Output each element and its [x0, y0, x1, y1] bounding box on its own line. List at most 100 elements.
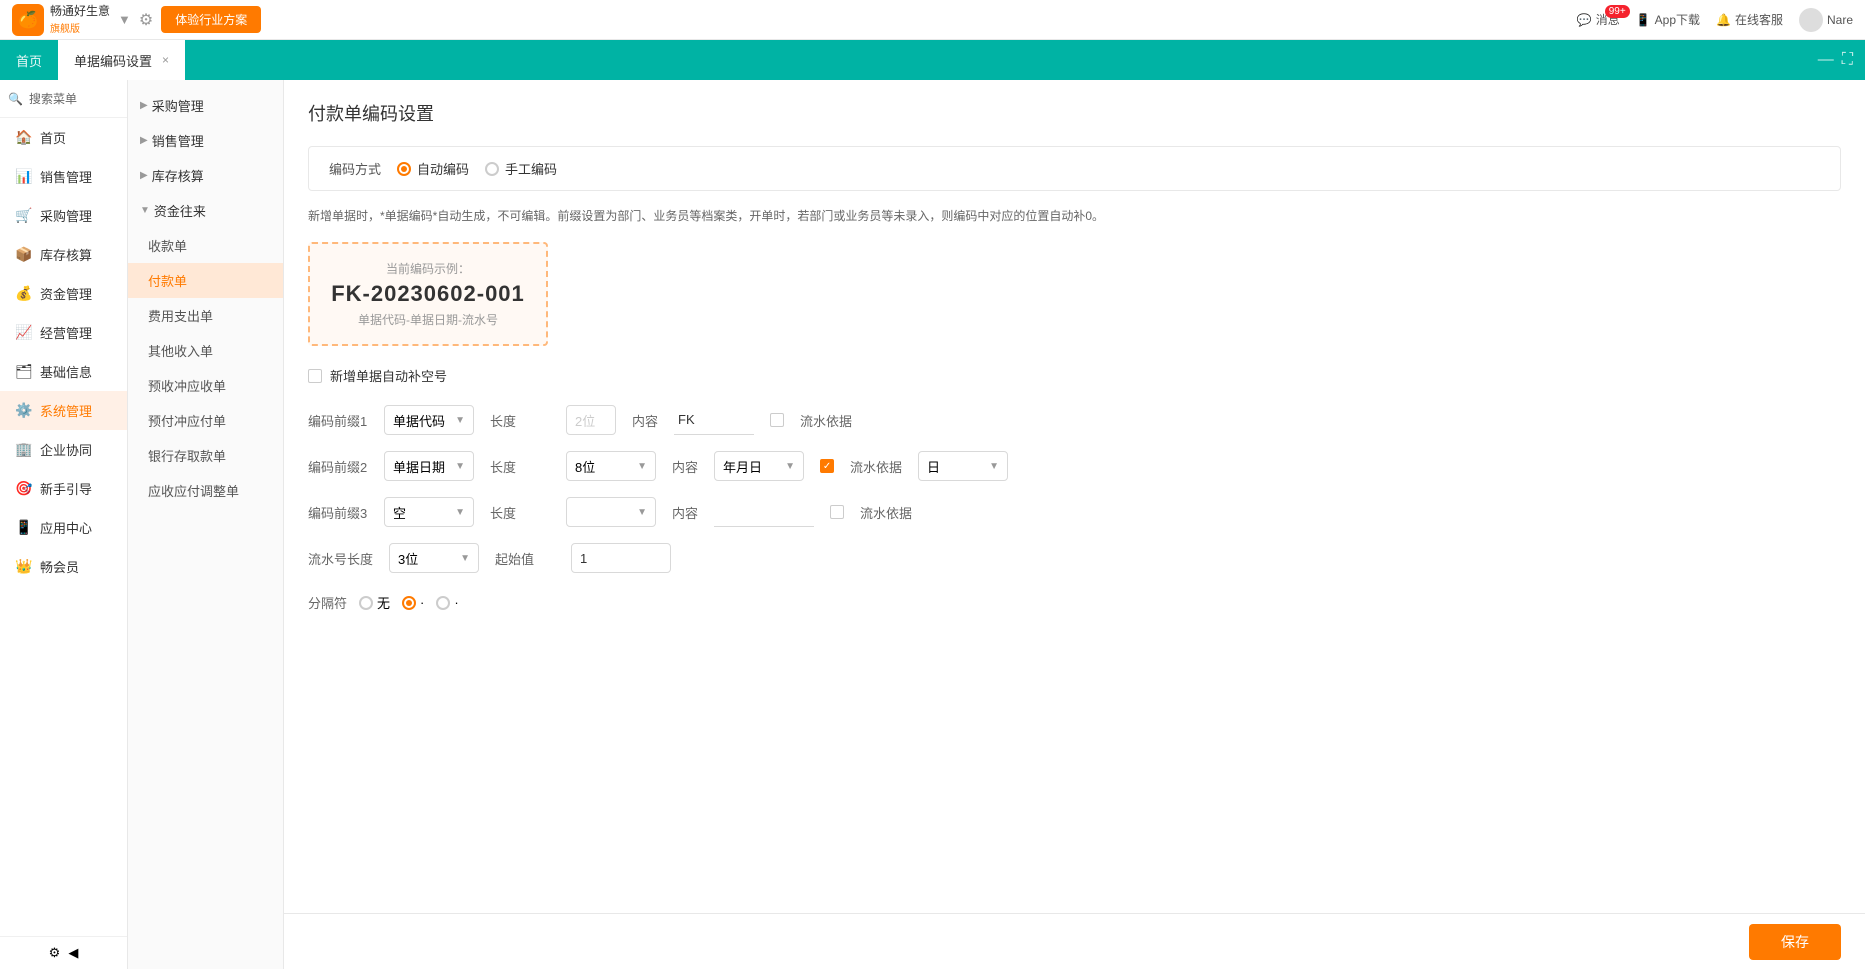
prefix1-select[interactable]: 单据代码 ▼	[384, 405, 474, 435]
message-button[interactable]: 💬 消息 99+	[1577, 11, 1620, 28]
length1-label: 长度	[490, 411, 550, 430]
stream2-checkbox[interactable]: ✓	[820, 459, 834, 473]
brand-name: 畅通好生意	[50, 4, 110, 20]
sidebar-label-home: 首页	[40, 128, 66, 147]
tab-home[interactable]: 首页	[0, 40, 58, 80]
sub-category-sales[interactable]: ▶ 销售管理	[128, 123, 283, 158]
sidebar-item-member[interactable]: 👑 畅会员	[0, 547, 127, 586]
user-profile[interactable]: Nare	[1799, 8, 1853, 32]
preview-box: 当前编码示例： FK-20230602-001 单据代码-单据日期-流水号	[308, 242, 548, 346]
capital-category-label: 资金往来	[154, 201, 206, 220]
sidebar-label-enterprise: 企业协同	[40, 440, 92, 459]
app-download-button[interactable]: 📱 App下载	[1636, 11, 1700, 28]
length3-select[interactable]: ▼	[566, 497, 656, 527]
prefix1-label: 编码前缀1	[308, 411, 368, 430]
service-icon: 🔔	[1716, 13, 1731, 27]
sep-dot-option[interactable]: ·	[402, 595, 424, 610]
sidebar-collapse-icon[interactable]: ◀	[68, 945, 78, 961]
separator-label: 分隔符	[308, 593, 347, 612]
nav-expand-icon[interactable]: ⛶	[1842, 51, 1853, 69]
sep-dot-radio[interactable]	[402, 596, 416, 610]
sales-category-label: 销售管理	[152, 131, 204, 150]
stream2-unit-select[interactable]: 日 ▼	[918, 451, 1008, 481]
nav-minimize-icon[interactable]: —	[1818, 51, 1834, 69]
encoding-tab-label: 单据编码设置	[74, 51, 152, 70]
auto-encode-radio[interactable]	[397, 162, 411, 176]
sidebar-item-basic[interactable]: 🗂 基础信息	[0, 352, 127, 391]
search-button[interactable]: 🔍 搜索菜单	[8, 90, 119, 107]
sidebar-item-purchase[interactable]: 🛒 采购管理	[0, 196, 127, 235]
sep-dash-option[interactable]: ·	[436, 595, 458, 610]
sidebar-item-system[interactable]: ⚙️ 系统管理	[0, 391, 127, 430]
finance-icon: 💰	[16, 286, 32, 302]
sub-item-payment[interactable]: 付款单	[128, 263, 283, 298]
serial-label: 流水号长度	[308, 549, 373, 568]
sub-category-capital[interactable]: ▼ 资金往来	[128, 193, 283, 228]
sidebar-item-inventory[interactable]: 📦 库存核算	[0, 235, 127, 274]
capital-category-arrow: ▼	[140, 205, 150, 216]
length2-select[interactable]: 8位 ▼	[566, 451, 656, 481]
inventory-category-label: 库存核算	[152, 166, 204, 185]
sidebar-item-finance[interactable]: 💰 资金管理	[0, 274, 127, 313]
sales-category-arrow: ▶	[140, 135, 148, 146]
sidebar-label-inventory: 库存核算	[40, 245, 92, 264]
sub-item-receivable-adjust[interactable]: 应收应付调整单	[128, 473, 283, 508]
sidebar-item-sales[interactable]: 📊 销售管理	[0, 157, 127, 196]
nav-arrow-icon[interactable]: ▼	[118, 12, 131, 27]
length2-value: 8位	[575, 457, 595, 476]
receivable-adjust-label: 应收应付调整单	[148, 481, 239, 500]
sidebar-item-home[interactable]: 🏠 首页	[0, 118, 127, 157]
home-tab-label: 首页	[16, 51, 42, 70]
sub-item-prepaid-payable[interactable]: 预付冲应付单	[128, 403, 283, 438]
sub-item-other-income[interactable]: 其他收入单	[128, 333, 283, 368]
auto-encode-option[interactable]: 自动编码	[397, 159, 469, 178]
sidebar-item-appcenter[interactable]: 📱 应用中心	[0, 508, 127, 547]
start-value: 1	[580, 551, 587, 566]
preview-sub: 单据代码-单据日期-流水号	[330, 311, 526, 328]
save-button[interactable]: 保存	[1749, 924, 1841, 960]
prefix3-select[interactable]: 空 ▼	[384, 497, 474, 527]
content2-select[interactable]: 年月日 ▼	[714, 451, 804, 481]
sep-dash-label: ·	[454, 595, 458, 610]
stream1-checkbox[interactable]	[770, 413, 784, 427]
tab-encoding[interactable]: 单据编码设置 ×	[58, 40, 185, 80]
prefix-row-2: 编码前缀2 单据日期 ▼ 长度 8位 ▼ 内容 年月日 ▼ ✓ 流水依据	[308, 451, 1841, 481]
tab-close-icon[interactable]: ×	[162, 53, 169, 67]
sales-icon: 📊	[16, 169, 32, 185]
manual-encode-radio[interactable]	[485, 162, 499, 176]
sidebar-item-operations[interactable]: 📈 经营管理	[0, 313, 127, 352]
sub-item-prepaid-receivable[interactable]: 预收冲应收单	[128, 368, 283, 403]
prefix3-value: 空	[393, 503, 406, 522]
sep-none-label: 无	[377, 593, 390, 612]
sidebar-search[interactable]: 🔍 搜索菜单	[0, 80, 127, 118]
settings-icon[interactable]: ⚙	[139, 10, 153, 30]
auto-fill-row: 新增单据自动补空号	[308, 366, 1841, 385]
purchase-category-arrow: ▶	[140, 100, 148, 111]
sub-item-expense[interactable]: 费用支出单	[128, 298, 283, 333]
start-input[interactable]: 1	[571, 543, 671, 573]
message-badge: 99+	[1605, 5, 1630, 18]
sep-dash-radio[interactable]	[436, 596, 450, 610]
sidebar-item-newguide[interactable]: 🎯 新手引导	[0, 469, 127, 508]
auto-fill-checkbox[interactable]	[308, 369, 322, 383]
serial-select[interactable]: 3位 ▼	[389, 543, 479, 573]
length3-label: 长度	[490, 503, 550, 522]
top-bar-right: 💬 消息 99+ 📱 App下载 🔔 在线客服 Nare	[1577, 8, 1853, 32]
separator-row: 分隔符 无 · ·	[308, 593, 1841, 612]
sub-item-receipt[interactable]: 收款单	[128, 228, 283, 263]
sidebar-item-enterprise[interactable]: 🏢 企业协同	[0, 430, 127, 469]
content3-label: 内容	[672, 503, 698, 522]
online-service-button[interactable]: 🔔 在线客服	[1716, 11, 1783, 28]
manual-encode-option[interactable]: 手工编码	[485, 159, 557, 178]
prefix2-select[interactable]: 单据日期 ▼	[384, 451, 474, 481]
sep-none-radio[interactable]	[359, 596, 373, 610]
sep-none-option[interactable]: 无	[359, 593, 390, 612]
trial-button[interactable]: 体验行业方案	[161, 6, 261, 33]
sub-category-inventory[interactable]: ▶ 库存核算	[128, 158, 283, 193]
sub-category-purchase[interactable]: ▶ 采购管理	[128, 88, 283, 123]
sidebar-gear-icon[interactable]: ⚙	[49, 945, 61, 961]
sub-item-bank[interactable]: 银行存取款单	[128, 438, 283, 473]
top-bar: 🍊 畅通好生意 旗舰版 ▼ ⚙ 体验行业方案 💬 消息 99+ 📱 App下载 …	[0, 0, 1865, 40]
stream3-checkbox[interactable]	[830, 505, 844, 519]
start-label: 起始值	[495, 549, 555, 568]
